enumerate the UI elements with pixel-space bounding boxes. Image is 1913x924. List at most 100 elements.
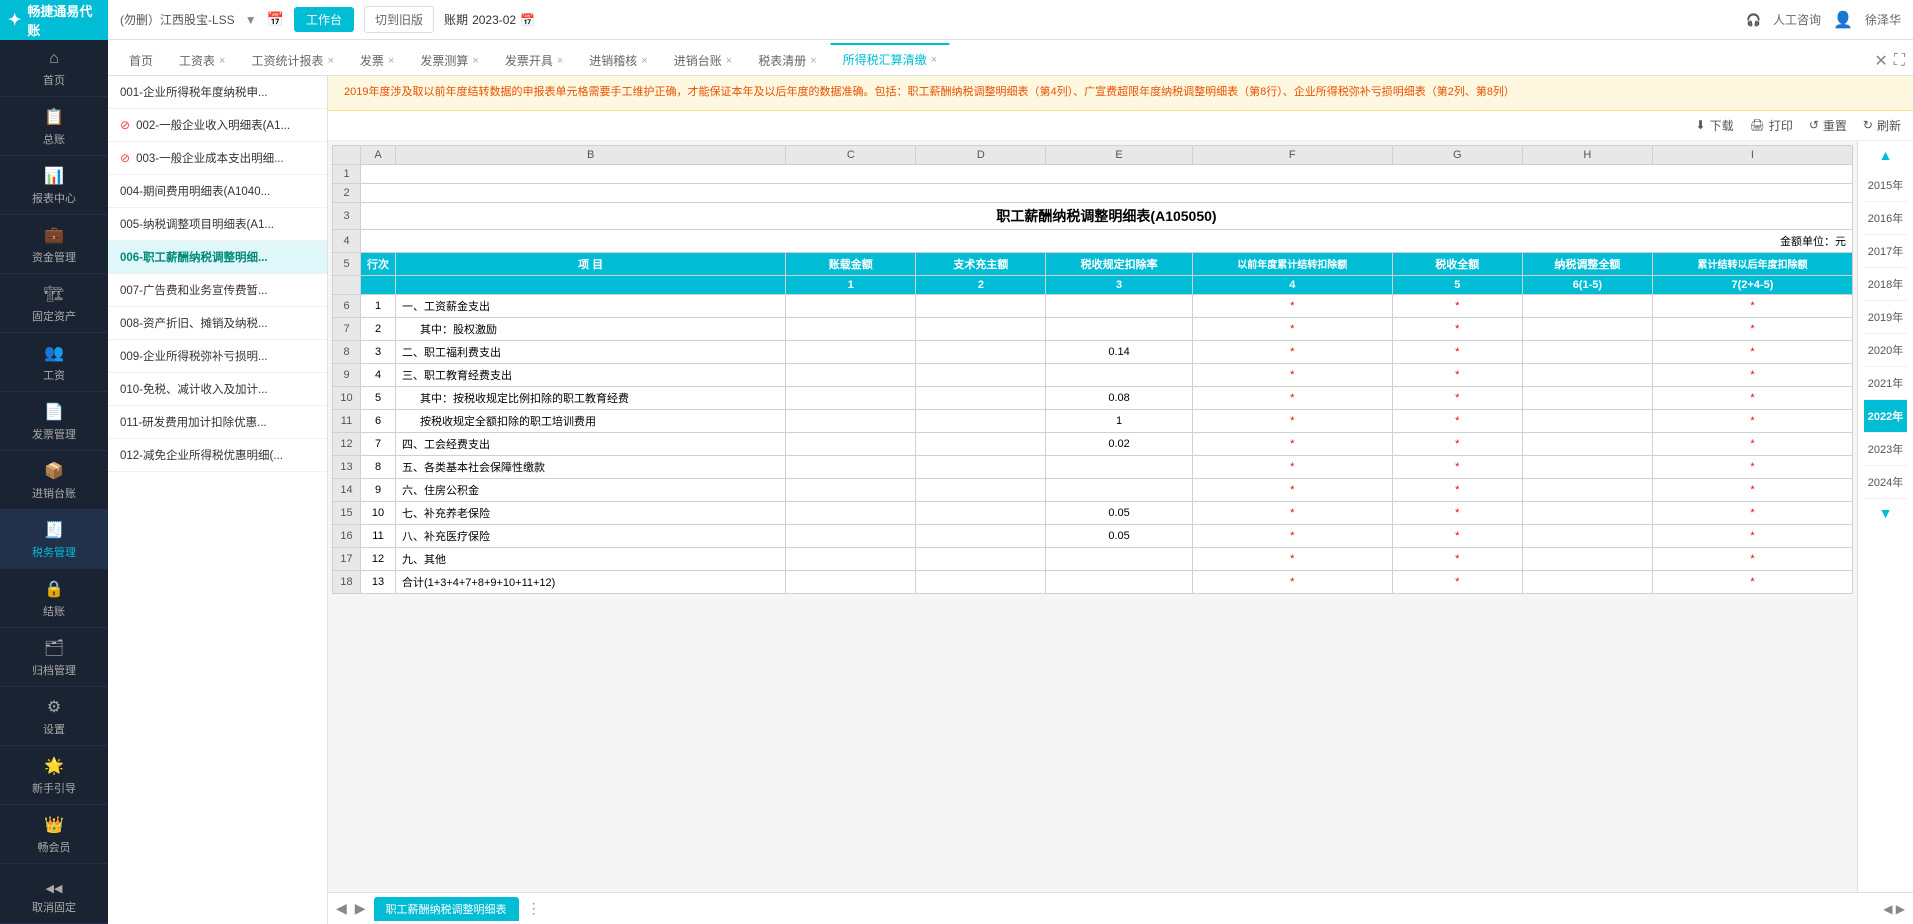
forms-item-005[interactable]: 005-纳税调整项目明细表(A1... — [108, 208, 327, 241]
cell-i-2[interactable]: * — [1652, 340, 1852, 363]
cell-seq-8[interactable]: 9 — [361, 478, 396, 501]
cell-c-8[interactable] — [786, 478, 916, 501]
year-item-2024[interactable]: 2024年 — [1864, 466, 1907, 499]
cell-h-11[interactable] — [1522, 547, 1652, 570]
tab-close-invoice_calc[interactable]: × — [472, 55, 478, 67]
tab-tax_clear[interactable]: 税表清册× — [745, 45, 829, 75]
tab-close-purchase[interactable]: × — [641, 55, 647, 67]
cell-d-12[interactable] — [916, 570, 1046, 593]
cell-i-12[interactable]: * — [1652, 570, 1852, 593]
cell-f-12[interactable]: * — [1192, 570, 1392, 593]
cell-seq-9[interactable]: 10 — [361, 501, 396, 524]
year-up-button[interactable]: ▲ — [1858, 141, 1913, 169]
cell-g-8[interactable]: * — [1392, 478, 1522, 501]
cell-g-10[interactable]: * — [1392, 524, 1522, 547]
cell-seq-5[interactable]: 6 — [361, 409, 396, 432]
calendar-icon[interactable]: 📅 — [267, 11, 284, 28]
cell-h-8[interactable] — [1522, 478, 1652, 501]
cell-e-6[interactable]: 0.02 — [1046, 432, 1192, 455]
cell-f-3[interactable]: * — [1192, 363, 1392, 386]
cell-f-1[interactable]: * — [1192, 317, 1392, 340]
sheet-options-button[interactable]: ⋮ — [527, 900, 541, 917]
cell-g-2[interactable]: * — [1392, 340, 1522, 363]
sidebar-item-tax_mgmt[interactable]: 🧾税务管理 — [0, 510, 108, 569]
sidebar-item-member[interactable]: 👑畅会员 — [0, 805, 108, 864]
tab-purchase[interactable]: 进销稽核× — [576, 45, 660, 75]
user-label[interactable]: 徐泽华 — [1865, 11, 1901, 28]
forms-item-011[interactable]: 011-研发费用加计扣除优惠... — [108, 406, 327, 439]
cell-e-10[interactable]: 0.05 — [1046, 524, 1192, 547]
cell-h-12[interactable] — [1522, 570, 1652, 593]
forms-item-001[interactable]: 001-企业所得税年度纳税申... — [108, 76, 327, 109]
sidebar-item-fixed_assets[interactable]: 🏗固定资产 — [0, 274, 108, 333]
cell-f-0[interactable]: * — [1192, 294, 1392, 317]
cell-d-6[interactable] — [916, 432, 1046, 455]
refresh-button[interactable]: ↻ 刷新 — [1863, 117, 1901, 134]
forms-item-010[interactable]: 010-免税、减计收入及加计... — [108, 373, 327, 406]
cell-seq-1[interactable]: 2 — [361, 317, 396, 340]
cell-e-11[interactable] — [1046, 547, 1192, 570]
cell-h-3[interactable] — [1522, 363, 1652, 386]
tab-income_tax[interactable]: 所得税汇算清缴× — [830, 43, 950, 76]
cell-c-1[interactable] — [786, 317, 916, 340]
cell-seq-2[interactable]: 3 — [361, 340, 396, 363]
cell-e-5[interactable]: 1 — [1046, 409, 1192, 432]
cell-i-4[interactable]: * — [1652, 386, 1852, 409]
cell-e-4[interactable]: 0.08 — [1046, 386, 1192, 409]
sheet-tab-salary[interactable]: 职工薪酬纳税调整明细表 — [374, 897, 519, 921]
sidebar-item-invoice_mgmt[interactable]: 📄发票管理 — [0, 392, 108, 451]
cell-c-0[interactable] — [786, 294, 916, 317]
cell-item-6[interactable]: 四、工会经费支出 — [396, 432, 786, 455]
cell-c-12[interactable] — [786, 570, 916, 593]
cell-g-0[interactable]: * — [1392, 294, 1522, 317]
support-label[interactable]: 人工咨询 — [1773, 11, 1821, 28]
cell-f-8[interactable]: * — [1192, 478, 1392, 501]
cell-seq-6[interactable]: 7 — [361, 432, 396, 455]
forms-item-009[interactable]: 009-企业所得税弥补亏损明... — [108, 340, 327, 373]
cell-e-1[interactable] — [1046, 317, 1192, 340]
cell-d-2[interactable] — [916, 340, 1046, 363]
sidebar-item-purchase_sale[interactable]: 📦进销台账 — [0, 451, 108, 510]
cell-item-11[interactable]: 九、其他 — [396, 547, 786, 570]
cell-e-7[interactable] — [1046, 455, 1192, 478]
sidebar-item-general[interactable]: 📋总账 — [0, 97, 108, 156]
cell-e-12[interactable] — [1046, 570, 1192, 593]
cell-seq-11[interactable]: 12 — [361, 547, 396, 570]
cell-d-10[interactable] — [916, 524, 1046, 547]
sidebar-item-home[interactable]: ⌂首页 — [0, 40, 108, 97]
tab-close-invoice_open[interactable]: × — [557, 55, 563, 67]
cell-item-9[interactable]: 七、补充养老保险 — [396, 501, 786, 524]
cell-e-3[interactable] — [1046, 363, 1192, 386]
cell-seq-3[interactable]: 4 — [361, 363, 396, 386]
sidebar-item-guide[interactable]: 🌟新手引导 — [0, 746, 108, 805]
year-down-button[interactable]: ▼ — [1858, 499, 1913, 527]
cell-item-8[interactable]: 六、住房公积金 — [396, 478, 786, 501]
forms-item-002[interactable]: ⊘002-一般企业收入明细表(A1... — [108, 109, 327, 142]
cell-g-9[interactable]: * — [1392, 501, 1522, 524]
forms-item-006[interactable]: 006-职工薪酬纳税调整明细... — [108, 241, 327, 274]
cell-f-10[interactable]: * — [1192, 524, 1392, 547]
cell-e-0[interactable] — [1046, 294, 1192, 317]
cell-f-9[interactable]: * — [1192, 501, 1392, 524]
cell-item-10[interactable]: 八、补充医疗保险 — [396, 524, 786, 547]
cell-d-8[interactable] — [916, 478, 1046, 501]
cell-g-3[interactable]: * — [1392, 363, 1522, 386]
sidebar-item-cancel-fixed[interactable]: ◀◀ 取消固定 — [0, 872, 108, 924]
cell-d-11[interactable] — [916, 547, 1046, 570]
cell-g-6[interactable]: * — [1392, 432, 1522, 455]
sheet-nav-right[interactable]: ▶ — [355, 900, 366, 917]
cell-h-9[interactable] — [1522, 501, 1652, 524]
cell-g-5[interactable]: * — [1392, 409, 1522, 432]
cell-g-12[interactable]: * — [1392, 570, 1522, 593]
forms-item-008[interactable]: 008-资产折旧、摊销及纳税... — [108, 307, 327, 340]
cell-h-1[interactable] — [1522, 317, 1652, 340]
switch-version-button[interactable]: 切到旧版 — [364, 6, 434, 33]
forms-item-012[interactable]: 012-减免企业所得税优惠明细(... — [108, 439, 327, 472]
sidebar-item-archive[interactable]: 🗂归档管理 — [0, 628, 108, 687]
tab-salary_stat[interactable]: 工资统计报表× — [238, 45, 346, 75]
cell-seq-7[interactable]: 8 — [361, 455, 396, 478]
cell-h-6[interactable] — [1522, 432, 1652, 455]
tab-salary[interactable]: 工资表× — [166, 45, 238, 75]
cell-i-10[interactable]: * — [1652, 524, 1852, 547]
cell-i-0[interactable]: * — [1652, 294, 1852, 317]
